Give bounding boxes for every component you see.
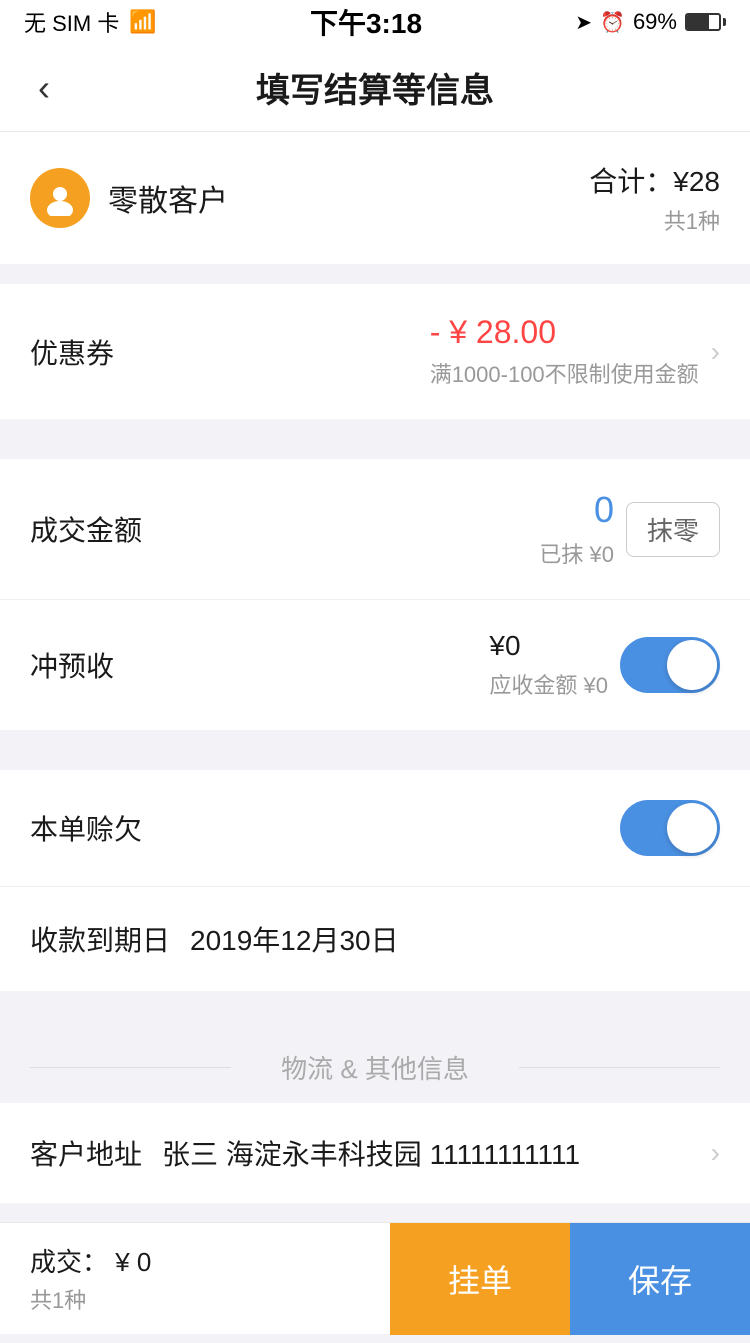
advance-row: 冲预收 ¥0 应收金额 ¥0 [0, 600, 750, 730]
transaction-row: 成交金额 已抹 ¥0 抹零 [0, 459, 750, 600]
debt-row: 本单赊欠 [0, 770, 750, 887]
transaction-right: 已抹 ¥0 抹零 [494, 489, 720, 569]
debt-toggle-knob [667, 803, 717, 853]
advance-value: ¥0 [489, 630, 608, 662]
transaction-label: 成交金额 [30, 509, 142, 549]
bottom-deal-label: 成交： [30, 1247, 108, 1277]
status-left: 无 SIM 卡 📶 [24, 6, 157, 38]
avatar [30, 168, 90, 228]
logistics-label: 物流 & 其他信息 [281, 1049, 469, 1086]
advance-toggle[interactable] [620, 637, 720, 693]
status-bar: 无 SIM 卡 📶 下午3:18 ➤ ⏰ 69% [0, 0, 750, 44]
bottom-deal-value: ¥ 0 [115, 1247, 151, 1277]
customer-left: 零散客户 [30, 168, 228, 228]
no-sim-text: 无 SIM 卡 [24, 6, 119, 38]
advance-right: ¥0 应收金额 ¥0 [489, 630, 720, 700]
address-label: 客户地址 [30, 1133, 142, 1173]
bottom-count: 共1种 [30, 1283, 360, 1315]
transaction-sub: 已抹 ¥0 [494, 537, 614, 569]
page-title: 填写结算等信息 [256, 63, 494, 112]
coupon-row[interactable]: 优惠券 - ¥ 28.00 满1000-100不限制使用金额 › [0, 284, 750, 419]
debt-section: 本单赊欠 收款到期日 2019年12月30日 [0, 770, 750, 991]
bottom-summary: 成交： ¥ 0 共1种 [0, 1242, 390, 1315]
debt-right [620, 800, 720, 856]
battery-icon [685, 13, 726, 31]
bottom-deal: 成交： ¥ 0 [30, 1242, 360, 1279]
advance-label: 冲预收 [30, 645, 114, 685]
due-date-value: 2019年12月30日 [190, 919, 399, 959]
alarm-icon: ⏰ [600, 10, 625, 35]
debt-label: 本单赊欠 [30, 808, 142, 848]
customer-count: 共1种 [589, 204, 720, 236]
round-button[interactable]: 抹零 [626, 502, 720, 557]
customer-row: 零散客户 合计：¥28 共1种 [0, 132, 750, 264]
transaction-section: 成交金额 已抹 ¥0 抹零 冲预收 ¥0 应收金额 ¥0 [0, 459, 750, 730]
address-chevron-icon: › [711, 1137, 720, 1169]
nav-bar: ‹ 填写结算等信息 [0, 44, 750, 132]
save-button[interactable]: 保存 [570, 1223, 750, 1335]
coupon-label: 优惠券 [30, 332, 114, 372]
toggle-knob [667, 640, 717, 690]
address-value: 张三 海淀永丰科技园 11111111111 [162, 1133, 711, 1173]
customer-name: 零散客户 [108, 176, 228, 220]
coupon-right: - ¥ 28.00 满1000-100不限制使用金额 › [430, 314, 720, 389]
customer-total: 合计：¥28 [589, 160, 720, 200]
wifi-icon: 📶 [129, 9, 156, 35]
main-content: 零散客户 合计：¥28 共1种 优惠券 - ¥ 28.00 满1000-100不… [0, 132, 750, 1343]
address-section: 客户地址 张三 海淀永丰科技园 11111111111 › [0, 1103, 750, 1203]
coupon-section: 优惠券 - ¥ 28.00 满1000-100不限制使用金额 › [0, 284, 750, 419]
transaction-amount-input[interactable] [494, 489, 614, 531]
logistics-divider: 物流 & 其他信息 [0, 1031, 750, 1103]
coupon-desc: 满1000-100不限制使用金额 [430, 357, 699, 389]
advance-sub: 应收金额 ¥0 [489, 668, 608, 700]
hold-button[interactable]: 挂单 [390, 1223, 570, 1335]
chevron-right-icon: › [711, 336, 720, 368]
status-right: ➤ ⏰ 69% [575, 9, 726, 35]
bottom-bar: 成交： ¥ 0 共1种 挂单 保存 [0, 1222, 750, 1334]
debt-toggle[interactable] [620, 800, 720, 856]
due-date-label: 收款到期日 [30, 919, 170, 959]
customer-summary: 合计：¥28 共1种 [589, 160, 720, 236]
location-icon: ➤ [575, 10, 592, 35]
battery-text: 69% [633, 9, 677, 35]
address-row[interactable]: 客户地址 张三 海淀永丰科技园 11111111111 › [0, 1103, 750, 1203]
due-date-row: 收款到期日 2019年12月30日 [0, 887, 750, 991]
status-time: 下午3:18 [310, 2, 422, 42]
back-button[interactable]: ‹ [28, 57, 60, 119]
coupon-value: - ¥ 28.00 [430, 314, 699, 351]
